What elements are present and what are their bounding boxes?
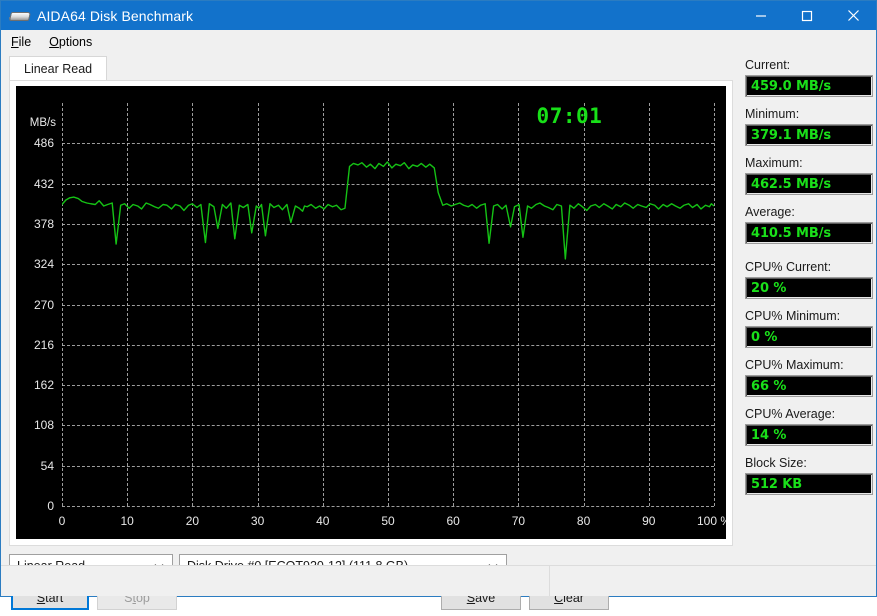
x-tick-label: 30 [250, 514, 265, 528]
stat-average: Average: 410.5 MB/s [745, 205, 873, 244]
close-icon[interactable] [830, 1, 876, 30]
y-tick-label: 54 [40, 458, 54, 473]
y-tick-label: 324 [33, 257, 54, 272]
disk-drive-icon [8, 8, 31, 24]
stat-label-cpu-average: CPU% Average: [745, 407, 836, 421]
menu-item-file[interactable]: File [9, 33, 39, 51]
stat-label-current: Current: [745, 58, 791, 72]
stat-cpu-current: CPU% Current: 20 % [745, 260, 873, 299]
stat-value-minimum: 379.1 MB/s [745, 124, 873, 146]
stat-maximum: Maximum: 462.5 MB/s [745, 156, 873, 195]
y-tick-label: 486 [33, 136, 54, 151]
x-tick-label: 0 [58, 514, 66, 528]
gridline-horizontal [62, 506, 714, 507]
statistics-panel: Current: 459.0 MB/s Minimum: 379.1 MB/s Maxi… [745, 58, 873, 505]
stat-cpu-maximum: CPU% Maximum: 66 % [745, 358, 873, 397]
x-tick-label: 80 [576, 514, 591, 528]
menu-item-options[interactable]: Options [47, 33, 100, 51]
stat-label-cpu-maximum: CPU% Maximum: [745, 358, 844, 372]
x-tick-label: 70 [511, 514, 526, 528]
stat-value-block-size: 512 KB [745, 473, 873, 495]
gridline-vertical [714, 103, 715, 506]
y-tick-label: 378 [33, 216, 54, 231]
stat-block-size: Block Size: 512 KB [745, 456, 873, 495]
status-bar-separator [549, 566, 550, 596]
chart-y-axis-unit: MB/s [29, 117, 56, 130]
stat-label-average: Average: [745, 205, 795, 219]
x-tick-label: 100 % [696, 514, 726, 528]
stat-value-cpu-average: 14 % [745, 424, 873, 446]
y-tick-label: 216 [33, 337, 54, 352]
aida64-disk-benchmark-window: AIDA64 Disk Benchmark File Options Linea… [0, 0, 877, 610]
stat-label-maximum: Maximum: [745, 156, 803, 170]
window-title: AIDA64 Disk Benchmark [37, 7, 194, 24]
tab-linear-read[interactable]: Linear Read [9, 56, 108, 81]
minimize-icon[interactable] [738, 1, 784, 30]
chart-column: Linear Read MB/s 486 432 378 324 270 216 162 10… [1, 54, 741, 610]
y-tick-label: 108 [33, 418, 54, 433]
stat-value-average: 410.5 MB/s [745, 222, 873, 244]
x-tick-label: 40 [316, 514, 330, 528]
maximize-icon[interactable] [784, 1, 830, 30]
window-buttons [738, 1, 876, 30]
elapsed-timer: 07:01 [536, 103, 603, 128]
chart-panel: MB/s 486 432 378 324 270 216 162 108 54 0 0 10 20 30… [9, 80, 733, 546]
x-tick-label: 20 [185, 514, 200, 528]
chart-plot-area: MB/s 486 432 378 324 270 216 162 108 54 0 0 10 20 30… [30, 103, 726, 528]
benchmark-chart: MB/s 486 432 378 324 270 216 162 108 54 0 0 10 20 30… [16, 86, 726, 539]
title-bar[interactable]: AIDA64 Disk Benchmark [1, 1, 876, 30]
stat-label-cpu-minimum: CPU% Minimum: [745, 309, 841, 323]
y-tick-label: 270 [33, 297, 54, 312]
x-tick-label: 60 [446, 514, 460, 528]
stat-cpu-average: CPU% Average: 14 % [745, 407, 873, 446]
x-tick-label: 50 [381, 514, 395, 528]
x-tick-label: 10 [120, 514, 134, 528]
stat-value-cpu-maximum: 66 % [745, 375, 873, 397]
menu-bar: File Options [1, 30, 876, 54]
stat-label-minimum: Minimum: [745, 107, 800, 121]
chart-trace [62, 161, 714, 260]
stat-current: Current: 459.0 MB/s [745, 58, 873, 97]
tab-label: Linear Read [24, 62, 93, 76]
y-tick-label: 0 [47, 499, 54, 513]
tab-strip: Linear Read [9, 56, 733, 81]
stat-minimum: Minimum: 379.1 MB/s [745, 107, 873, 146]
stat-value-cpu-minimum: 0 % [745, 326, 873, 348]
stat-value-cpu-current: 20 % [745, 277, 873, 299]
status-bar [1, 565, 876, 596]
y-tick-label: 162 [33, 378, 54, 393]
stat-value-current: 459.0 MB/s [745, 75, 873, 97]
x-tick-label: 90 [642, 514, 656, 528]
stat-label-cpu-current: CPU% Current: [745, 260, 832, 274]
stat-cpu-minimum: CPU% Minimum: 0 % [745, 309, 873, 348]
y-tick-label: 432 [33, 176, 54, 191]
stat-value-maximum: 462.5 MB/s [745, 173, 873, 195]
trace-line [62, 161, 714, 260]
stat-label-block-size: Block Size: [745, 456, 807, 470]
content-area: Linear Read MB/s 486 432 378 324 270 216 162 10… [1, 54, 876, 610]
